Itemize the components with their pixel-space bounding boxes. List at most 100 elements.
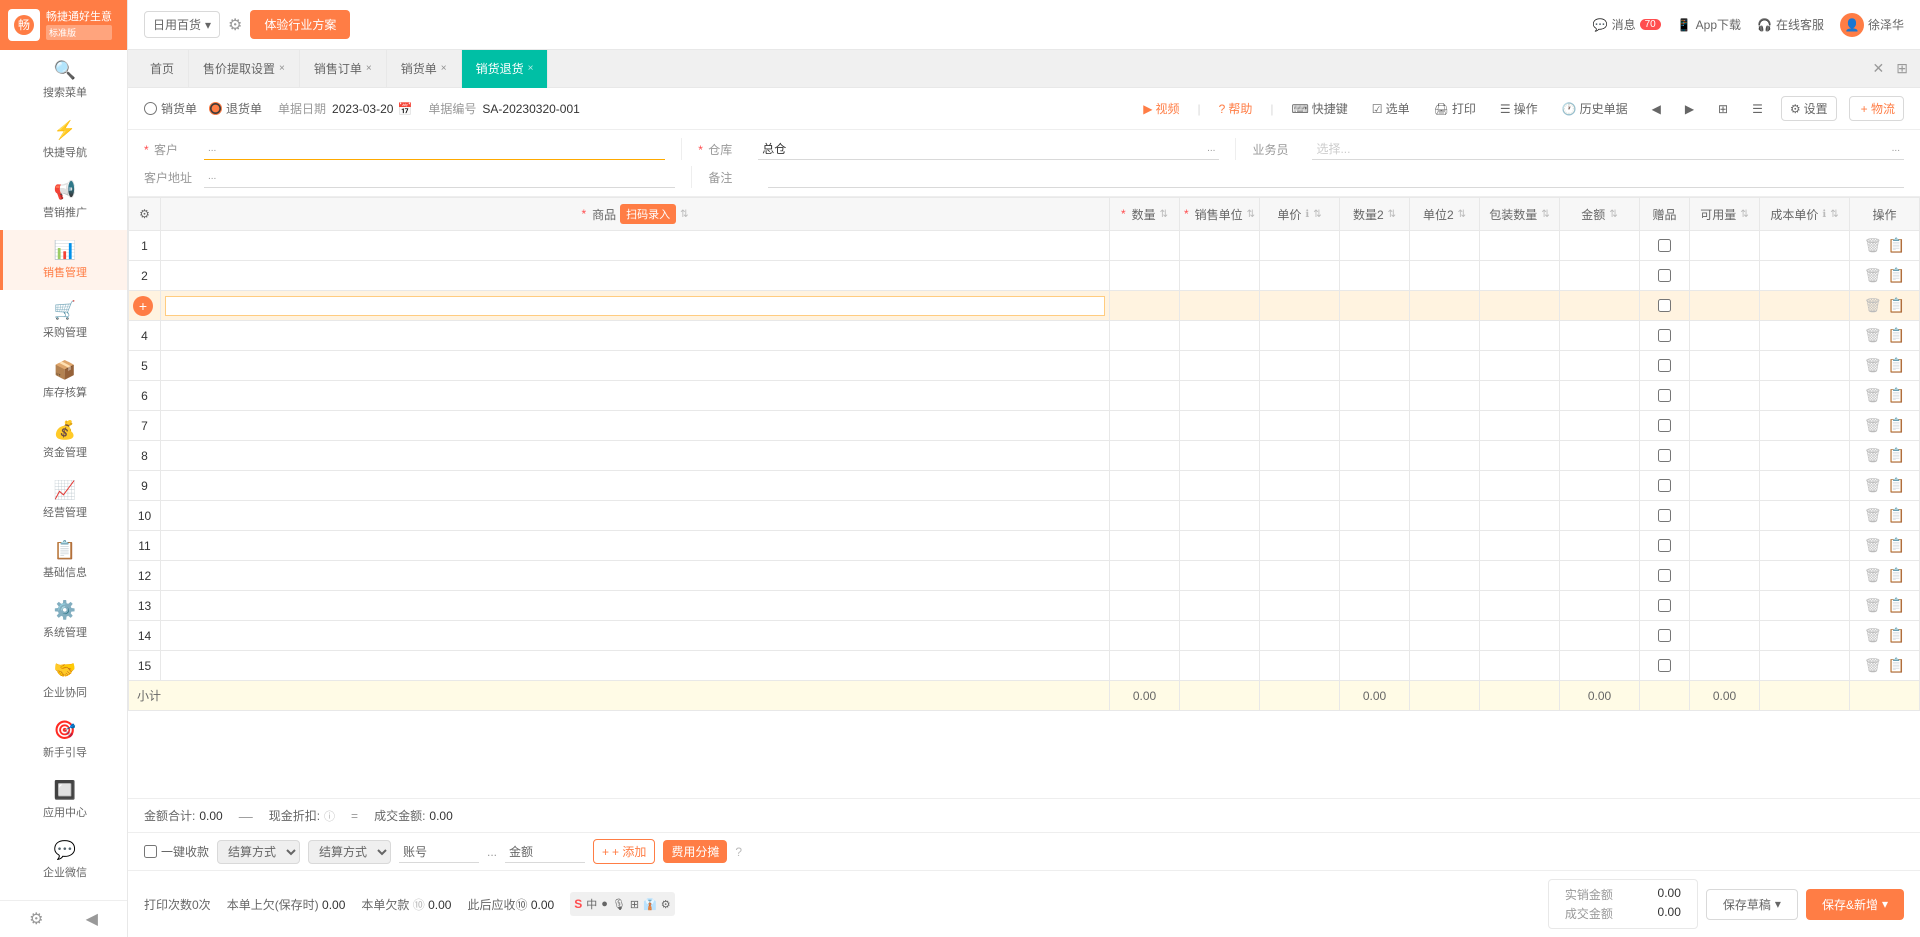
- price-sort-icon[interactable]: ⇅: [1313, 209, 1321, 220]
- copy-row-6-btn[interactable]: 📋: [1888, 387, 1905, 404]
- row-qty-2[interactable]: [1110, 261, 1180, 291]
- radio-return[interactable]: 退货单: [209, 100, 262, 117]
- list-view-btn[interactable]: ☰: [1746, 100, 1769, 118]
- taskbar-btn-2[interactable]: ●: [601, 898, 608, 910]
- gift-checkbox-11[interactable]: [1658, 539, 1671, 552]
- unit2-sort-icon[interactable]: ⇅: [1458, 209, 1466, 220]
- topbar-settings-icon[interactable]: ⚙: [228, 15, 242, 35]
- sidebar-item-purchase[interactable]: 🛒 采购管理: [0, 290, 127, 350]
- copy-row-8-btn[interactable]: 📋: [1888, 447, 1905, 464]
- delete-row-3-btn[interactable]: 🗑: [1864, 297, 1882, 314]
- delete-row-6-btn[interactable]: 🗑: [1864, 387, 1882, 404]
- cost-info-icon[interactable]: ℹ: [1822, 209, 1826, 220]
- row-product-9[interactable]: [161, 471, 1110, 501]
- warehouse-input[interactable]: 总仓 ...: [758, 138, 1219, 160]
- sidebar-item-enterprise[interactable]: 🤝 企业协同: [0, 650, 127, 710]
- taskbar-btn-1[interactable]: 中: [586, 896, 597, 912]
- copy-row-7-btn[interactable]: 📋: [1888, 417, 1905, 434]
- row-unit2-2[interactable]: [1410, 261, 1480, 291]
- tab-sales-order[interactable]: 销售订单 ×: [300, 50, 387, 88]
- save-draft-button[interactable]: 保存草稿 ▾: [1706, 889, 1798, 920]
- row-avail-1[interactable]: [1690, 231, 1760, 261]
- row-unit2-3[interactable]: [1410, 291, 1480, 321]
- copy-row-10-btn[interactable]: 📋: [1888, 507, 1905, 524]
- copy-row-3-btn[interactable]: 📋: [1888, 297, 1905, 314]
- pkg-sort-icon[interactable]: ⇅: [1541, 209, 1549, 220]
- address-input[interactable]: ...: [204, 166, 675, 188]
- video-btn[interactable]: ▶ 视频: [1137, 98, 1185, 119]
- row-product-3[interactable]: [161, 291, 1110, 321]
- column-settings-icon[interactable]: ⚙: [139, 207, 150, 221]
- user-info[interactable]: 👤 徐泽华: [1840, 13, 1904, 37]
- row-product-2[interactable]: [161, 261, 1110, 291]
- s-icon[interactable]: S: [574, 897, 582, 911]
- taskbar-btn-4[interactable]: ⊞: [630, 898, 639, 911]
- customer-input[interactable]: ...: [204, 138, 665, 160]
- help-btn[interactable]: ? 帮助: [1213, 98, 1259, 119]
- sidebar-item-search[interactable]: 🔍 搜索菜单: [0, 50, 127, 110]
- sidebar-item-shortcuts[interactable]: ⚡ 快捷导航: [0, 110, 127, 170]
- delete-row-5-btn[interactable]: 🗑: [1864, 357, 1882, 374]
- online-service-btn[interactable]: 🎧 在线客服: [1757, 16, 1824, 33]
- row-product-12[interactable]: [161, 561, 1110, 591]
- delete-row-11-btn[interactable]: 🗑: [1864, 537, 1882, 554]
- row-cost-1[interactable]: [1760, 231, 1850, 261]
- gift-checkbox-8[interactable]: [1658, 449, 1671, 462]
- shortcut-key-btn[interactable]: ⌨ 快捷键: [1285, 98, 1353, 119]
- form-settings-btn[interactable]: ⚙ 设置: [1781, 96, 1837, 121]
- calc-method-select[interactable]: 结算方式: [308, 840, 391, 864]
- discount-help-icon[interactable]: ⓘ: [324, 808, 335, 824]
- row-cost-2[interactable]: [1760, 261, 1850, 291]
- select-order-btn[interactable]: ☑ 选单: [1366, 98, 1416, 119]
- qty-sort-icon[interactable]: ⇅: [1160, 209, 1168, 220]
- copy-row-12-btn[interactable]: 📋: [1888, 567, 1905, 584]
- gift-checkbox-5[interactable]: [1658, 359, 1671, 372]
- copy-row-14-btn[interactable]: 📋: [1888, 627, 1905, 644]
- avail-sort-icon[interactable]: ⇅: [1740, 209, 1748, 220]
- delete-row-2-btn[interactable]: 🗑: [1864, 267, 1882, 284]
- row-avail-2[interactable]: [1690, 261, 1760, 291]
- row-product-4[interactable]: [161, 321, 1110, 351]
- sidebar-item-finance[interactable]: 💰 资金管理: [0, 410, 127, 470]
- row-qty2-2[interactable]: [1340, 261, 1410, 291]
- history-btn[interactable]: 🕐 历史单据: [1556, 98, 1634, 119]
- tab-sales-return-close[interactable]: ×: [528, 63, 534, 74]
- copy-row-4-btn[interactable]: 📋: [1888, 327, 1905, 344]
- row-product-1[interactable]: [161, 231, 1110, 261]
- row-unit-3[interactable]: [1180, 291, 1260, 321]
- delete-row-10-btn[interactable]: 🗑: [1864, 507, 1882, 524]
- delete-row-9-btn[interactable]: 🗑: [1864, 477, 1882, 494]
- tab-price-settings-close[interactable]: ×: [279, 63, 285, 74]
- delete-row-1-btn[interactable]: 🗑: [1864, 237, 1882, 254]
- one-click-payment-check[interactable]: 一键收款: [144, 843, 209, 860]
- tab-sales-invoice[interactable]: 销货单 ×: [387, 50, 462, 88]
- industry-select[interactable]: 日用百货 ▾: [144, 11, 220, 38]
- gift-checkbox-12[interactable]: [1658, 569, 1671, 582]
- salesperson-input[interactable]: 选择... ...: [1312, 138, 1904, 160]
- one-click-checkbox[interactable]: [144, 845, 157, 858]
- grid-view-btn[interactable]: ⊞: [1712, 100, 1734, 118]
- sidebar-collapse-btn[interactable]: ◀: [86, 909, 98, 929]
- radio-return-input[interactable]: [209, 102, 222, 115]
- gift-checkbox-6[interactable]: [1658, 389, 1671, 402]
- taskbar-btn-5[interactable]: 👔: [643, 898, 657, 911]
- row-product-15[interactable]: [161, 651, 1110, 681]
- row-price-2[interactable]: [1260, 261, 1340, 291]
- gift-checkbox-14[interactable]: [1658, 629, 1671, 642]
- payment-method-select[interactable]: 结算方式: [217, 840, 300, 864]
- delete-row-13-btn[interactable]: 🗑: [1864, 597, 1882, 614]
- row-amount-2[interactable]: [1560, 261, 1640, 291]
- tab-sales-return[interactable]: 销货退货 ×: [462, 50, 549, 88]
- scan-input-btn[interactable]: 扫码录入: [620, 204, 676, 224]
- account-input[interactable]: 账号: [399, 841, 479, 863]
- radio-invoice-input[interactable]: [144, 102, 157, 115]
- delete-row-4-btn[interactable]: 🗑: [1864, 327, 1882, 344]
- row-unit2-1[interactable]: [1410, 231, 1480, 261]
- sidebar-settings-btn[interactable]: ⚙: [29, 909, 43, 929]
- row-product-7[interactable]: [161, 411, 1110, 441]
- delete-row-12-btn[interactable]: 🗑: [1864, 567, 1882, 584]
- tab-sales-invoice-close[interactable]: ×: [441, 63, 447, 74]
- gift-checkbox-10[interactable]: [1658, 509, 1671, 522]
- qty2-sort-icon[interactable]: ⇅: [1388, 209, 1396, 220]
- row-avail-3[interactable]: [1690, 291, 1760, 321]
